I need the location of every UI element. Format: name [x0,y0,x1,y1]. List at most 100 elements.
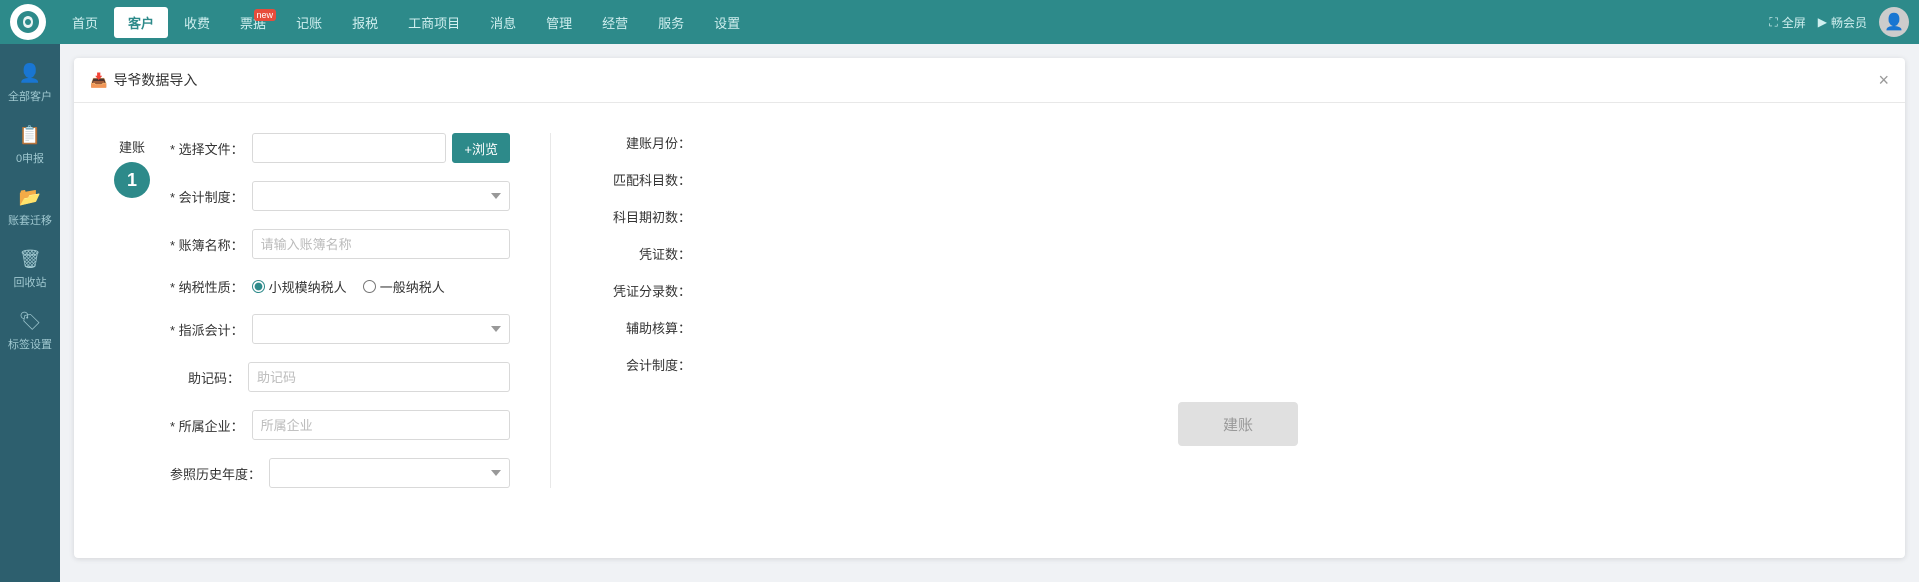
sidebar-item-recycle[interactable]: 🗑 回收站 [4,240,56,298]
info-match-subject: 匹配科目数： [611,170,1865,189]
nav-right: ⛶ 全屏 ▶ 畅会员 👤 [1769,7,1909,37]
info-voucher-records: 凭证分录数： [611,281,1865,300]
sidebar-item-account-transfer[interactable]: 📂 账套迁移 [4,178,56,236]
tax-general-radio[interactable] [363,280,376,293]
match-subject-label: 匹配科目数： [611,170,691,189]
dialog-title: 📥 导爷数据导入 [90,70,197,90]
dialog-title-icon: 📥 [90,72,107,89]
sidebar-item-tag-settings[interactable]: 🏷 标签设置 [4,302,56,360]
tag-settings-icon: 🏷 [19,310,41,332]
invoice-badge: new [254,9,277,22]
sidebar-item-label: 0申报 [16,150,44,166]
tax-nature-radio-group: 小规模纳税人 一般纳税人 [252,277,510,296]
main-layout: 👤 全部客户 📋 0申报 📂 账套迁移 🗑 回收站 🏷 标签设置 📥 导爷 [0,44,1919,582]
tax-nature-label: * 纳税性质： [170,277,244,296]
sidebar: 👤 全部客户 📋 0申报 📂 账套迁移 🗑 回收站 🏷 标签设置 [0,44,60,582]
fullscreen-icon: ⛶ [1769,15,1777,30]
avatar[interactable]: 👤 [1879,7,1909,37]
dialog-body: 建账 1 * 选择文件： +浏览 * 会计制度： [74,103,1905,518]
tax-nature-row: * 纳税性质： 小规模纳税人 一般纳税人 [170,277,510,296]
member-icon: ▶ [1818,15,1827,29]
fullscreen-label: 全屏 [1782,14,1806,31]
nav-fee[interactable]: 收费 [170,7,224,38]
build-month-label: 建账月份： [611,133,691,152]
sidebar-item-declaration[interactable]: 📋 0申报 [4,116,56,174]
subject-init-label: 科目期初数： [611,207,691,226]
form-group-area: * 选择文件： +浏览 * 会计制度： [170,133,510,488]
browse-button[interactable]: +浏览 [452,133,510,163]
memo-input[interactable] [248,362,510,392]
info-voucher: 凭证数： [611,244,1865,263]
info-auxiliary: 辅助核算： [611,318,1865,337]
voucher-label: 凭证数： [611,244,691,263]
declaration-icon: 📋 [19,124,41,146]
sidebar-item-label: 回收站 [14,274,47,290]
nav-account[interactable]: 记账 [282,7,336,38]
assign-accountant-select[interactable] [252,314,510,344]
nav-invoice[interactable]: 票据 new [226,7,280,38]
step-badge: 1 [114,162,150,198]
tax-small-scale-option[interactable]: 小规模纳税人 [252,277,347,296]
memo-row: 助记码： [170,362,510,392]
history-year-row: 参照历史年度： [170,458,510,488]
accounting-system-info-label: 会计制度： [611,355,691,374]
company-row: * 所属企业： [170,410,510,440]
accounting-system-select[interactable] [252,181,510,211]
info-section: 建账月份： 匹配科目数： 科目期初数： 凭证数： [611,133,1865,374]
accounting-system-row: * 会计制度： [170,181,510,211]
build-account-button[interactable]: 建账 [1178,402,1298,446]
nav-home[interactable]: 首页 [58,7,112,38]
step-section: 建账 1 [114,133,150,488]
assign-accountant-label: * 指派会计： [170,320,244,339]
auxiliary-label: 辅助核算： [611,318,691,337]
ledger-name-label: * 账簿名称： [170,235,244,254]
member-btn[interactable]: ▶ 畅会员 [1818,14,1867,31]
file-input[interactable] [252,133,447,163]
nav-customer[interactable]: 客户 [114,7,168,38]
account-transfer-icon: 📂 [19,186,41,208]
assign-accountant-row: * 指派会计： [170,314,510,344]
nav-business[interactable]: 工商项目 [394,7,474,38]
file-row: * 选择文件： +浏览 [170,133,510,163]
content-area: 📥 导爷数据导入 × 建账 1 * 选择文件： [60,44,1919,582]
nav-operation[interactable]: 经营 [588,7,642,38]
ledger-name-input[interactable] [252,229,510,259]
top-nav: 首页 客户 收费 票据 new 记账 报税 工商项目 消息 管理 经营 服务 设… [0,0,1919,44]
right-panel: 建账月份： 匹配科目数： 科目期初数： 凭证数： [591,133,1865,488]
member-label: 畅会员 [1831,14,1867,31]
tax-general-option[interactable]: 一般纳税人 [363,277,445,296]
build-btn-area: 建账 [611,402,1865,446]
tax-small-scale-radio[interactable] [252,280,265,293]
company-label: * 所属企业： [170,416,244,435]
dialog-panel: 📥 导爷数据导入 × 建账 1 * 选择文件： [74,58,1905,558]
step-label: 建账 [119,137,145,156]
memo-label: 助记码： [170,368,240,387]
file-label: * 选择文件： [170,139,244,158]
history-year-select[interactable] [269,458,510,488]
dialog-close-button[interactable]: × [1878,71,1889,89]
voucher-records-label: 凭证分录数： [611,281,691,300]
nav-settings[interactable]: 设置 [700,7,754,38]
nav-tax[interactable]: 报税 [338,7,392,38]
dialog-header: 📥 导爷数据导入 × [74,58,1905,103]
section-divider [550,133,551,488]
logo[interactable] [10,4,46,40]
company-input[interactable] [252,410,510,440]
nav-items: 首页 客户 收费 票据 new 记账 报税 工商项目 消息 管理 经营 服务 设… [58,7,1769,38]
info-accounting-system: 会计制度： [611,355,1865,374]
sidebar-item-label: 标签设置 [8,336,52,352]
fullscreen-btn[interactable]: ⛶ 全屏 [1769,14,1805,31]
info-subject-init: 科目期初数： [611,207,1865,226]
tax-general-label: 一般纳税人 [380,277,445,296]
sidebar-item-label: 全部客户 [8,88,52,104]
recycle-icon: 🗑 [19,248,41,270]
nav-service[interactable]: 服务 [644,7,698,38]
all-customer-icon: 👤 [19,62,41,84]
ledger-name-row: * 账簿名称： [170,229,510,259]
tax-small-scale-label: 小规模纳税人 [269,277,347,296]
sidebar-item-label: 账套迁移 [8,212,52,228]
info-build-month: 建账月份： [611,133,1865,152]
nav-manage[interactable]: 管理 [532,7,586,38]
nav-message[interactable]: 消息 [476,7,530,38]
sidebar-item-all-customer[interactable]: 👤 全部客户 [4,54,56,112]
